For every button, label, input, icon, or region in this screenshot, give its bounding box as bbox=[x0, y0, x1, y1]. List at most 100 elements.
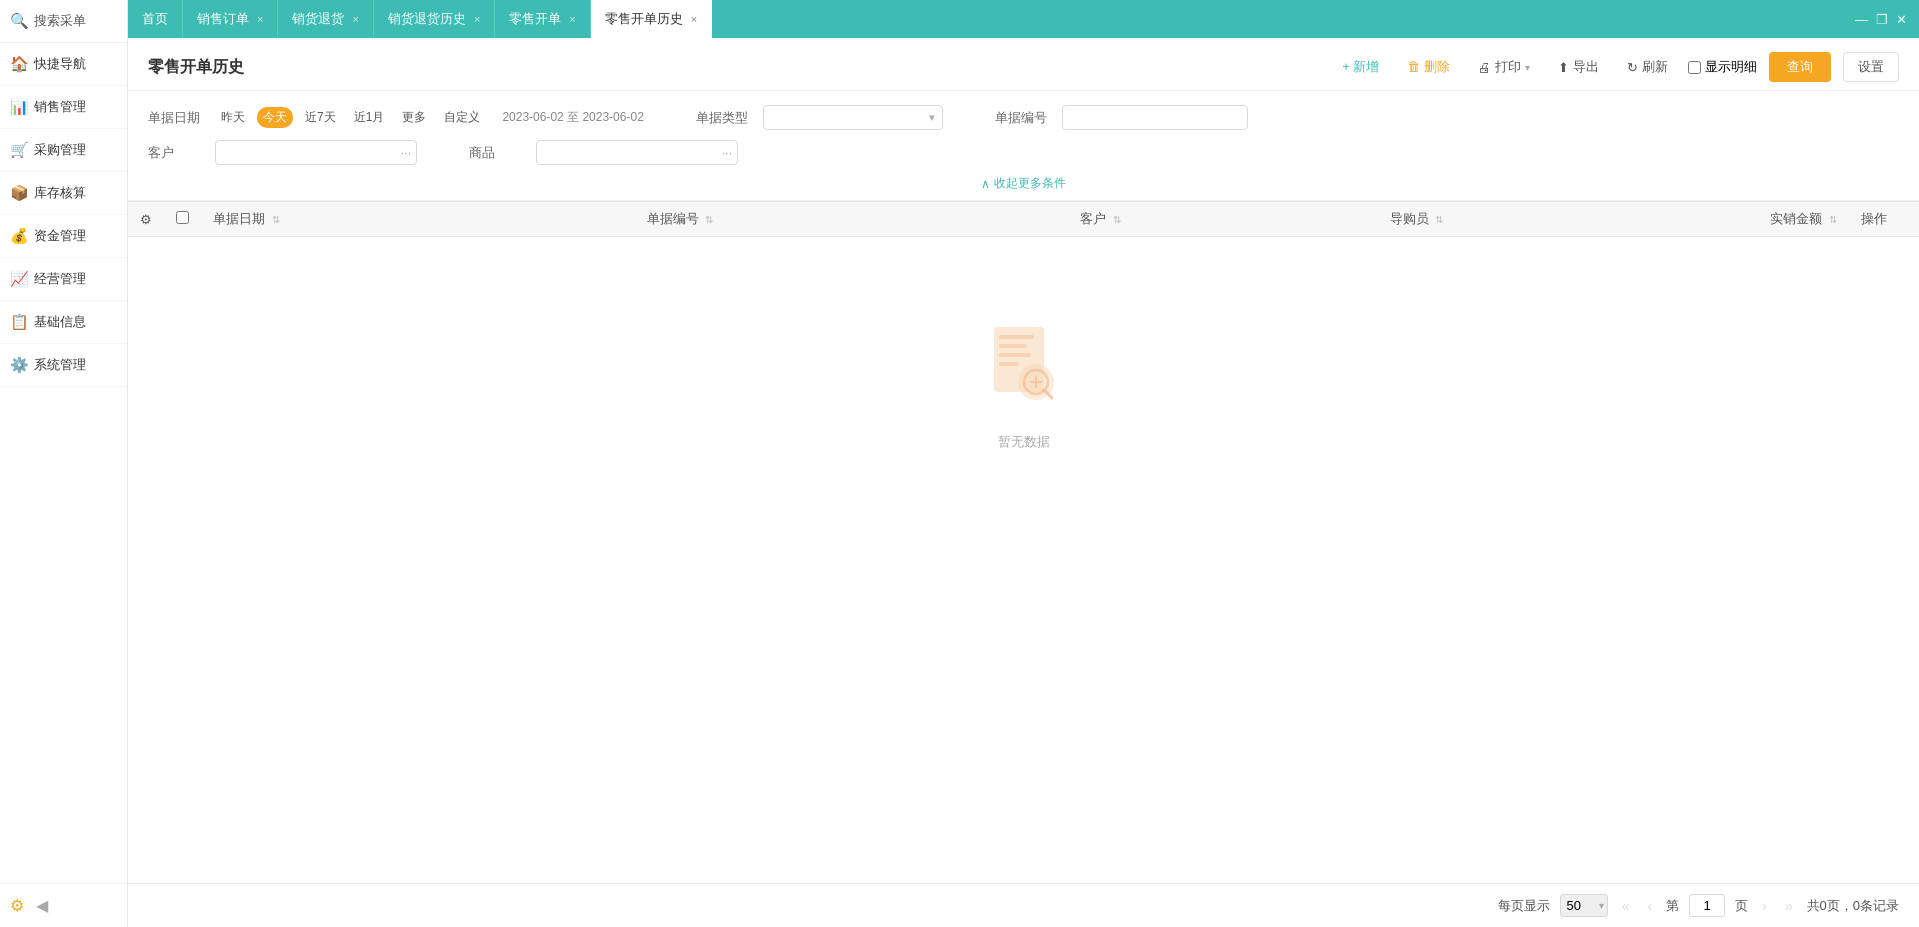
tab-retail-open[interactable]: 零售开单 × bbox=[495, 0, 590, 38]
tab-retail-open-close[interactable]: × bbox=[569, 13, 575, 25]
last-page-btn[interactable]: » bbox=[1781, 896, 1797, 916]
sales-mgmt-icon: 📊 bbox=[10, 98, 28, 116]
next-page-btn[interactable]: › bbox=[1758, 896, 1771, 916]
sidebar-search[interactable]: 🔍 搜索采单 bbox=[0, 0, 127, 43]
setting-button[interactable]: 设置 bbox=[1843, 52, 1899, 82]
tab-retail-open-history-close[interactable]: × bbox=[691, 13, 697, 25]
select-all-checkbox[interactable] bbox=[176, 211, 189, 224]
sidebar-item-purchase-mgmt[interactable]: 🛒 采购管理 bbox=[0, 129, 127, 172]
page-number-input[interactable] bbox=[1689, 894, 1725, 917]
basic-info-icon: 📋 bbox=[10, 313, 28, 331]
date-opt-today[interactable]: 今天 bbox=[257, 107, 293, 128]
guide-sort-icon: ⇅ bbox=[1435, 214, 1443, 225]
window-restore-btn[interactable]: ❐ bbox=[1876, 12, 1888, 27]
th-amount[interactable]: 实销金额 ⇅ bbox=[1749, 202, 1849, 237]
tab-sales-return-close[interactable]: × bbox=[352, 13, 358, 25]
tab-home-label: 首页 bbox=[142, 10, 168, 28]
th-customer[interactable]: 客户 ⇅ bbox=[1068, 202, 1377, 237]
prev-page-btn[interactable]: ‹ bbox=[1643, 896, 1656, 916]
customer-ellipsis-icon: ··· bbox=[401, 146, 411, 160]
collapse-up-icon: ∧ bbox=[981, 177, 990, 191]
topbar-right: — ❐ ✕ bbox=[1855, 12, 1919, 27]
settings-icon[interactable]: ⚙ bbox=[10, 896, 24, 915]
quick-nav-icon: 🏠 bbox=[10, 55, 28, 73]
date-opt-more[interactable]: 更多 bbox=[396, 107, 432, 128]
print-button[interactable]: 🖨 打印 ▾ bbox=[1470, 54, 1538, 80]
tab-sales-return-history[interactable]: 销货退货历史 × bbox=[374, 0, 495, 38]
sidebar-item-sales-mgmt[interactable]: 📊 销售管理 bbox=[0, 86, 127, 129]
sidebar-item-finance[interactable]: 💰 资金管理 bbox=[0, 215, 127, 258]
customer-input[interactable] bbox=[215, 140, 417, 165]
tab-home[interactable]: 首页 bbox=[128, 0, 183, 38]
first-page-btn[interactable]: « bbox=[1618, 896, 1634, 916]
tab-sales-return-history-close[interactable]: × bbox=[474, 13, 480, 25]
sidebar-item-basic-info[interactable]: 📋 基础信息 bbox=[0, 301, 127, 344]
refresh-button[interactable]: ↻ 刷新 bbox=[1619, 54, 1676, 80]
print-icon: 🖨 bbox=[1478, 60, 1491, 75]
tab-retail-open-history[interactable]: 零售开单历史 × bbox=[591, 0, 712, 38]
doc-type-select[interactable] bbox=[763, 105, 943, 130]
th-check bbox=[164, 202, 201, 237]
th-doc-date[interactable]: 单据日期 ⇅ bbox=[201, 202, 635, 237]
system-icon: ⚙️ bbox=[10, 356, 28, 374]
display-col-checkbox-wrap[interactable]: 显示明细 bbox=[1688, 58, 1757, 76]
date-opt-custom[interactable]: 自定义 bbox=[438, 107, 486, 128]
th-doc-no[interactable]: 单据编号 ⇅ bbox=[635, 202, 1069, 237]
sidebar-item-label: 库存核算 bbox=[34, 184, 86, 202]
main: 首页 销售订单 × 销货退货 × 销货退货历史 × 零售开单 × 零售开单历史 … bbox=[128, 0, 1919, 927]
display-col-label: 显示明细 bbox=[1705, 58, 1757, 76]
tab-sales-order[interactable]: 销售订单 × bbox=[183, 0, 278, 38]
export-button[interactable]: ⬆ 导出 bbox=[1550, 54, 1607, 80]
svg-rect-3 bbox=[999, 353, 1031, 357]
goods-input-wrap: ··· bbox=[536, 140, 738, 165]
refresh-icon: ↻ bbox=[1627, 60, 1638, 75]
collapse-filter-btn[interactable]: ∧ 收起更多条件 bbox=[148, 175, 1899, 192]
tab-sales-return[interactable]: 销货退货 × bbox=[278, 0, 373, 38]
sidebar-item-ops[interactable]: 📈 经营管理 bbox=[0, 258, 127, 301]
toolbar: + 新增 🗑 删除 🖨 打印 ▾ ⬆ 导出 ↻ 刷新 bbox=[1334, 52, 1899, 82]
goods-input[interactable] bbox=[536, 140, 738, 165]
delete-button[interactable]: 🗑 删除 bbox=[1399, 54, 1458, 80]
th-guide-label: 导购员 bbox=[1390, 211, 1429, 226]
sidebar-item-system[interactable]: ⚙️ 系统管理 bbox=[0, 344, 127, 387]
table-header-row: ⚙ 单据日期 ⇅ 单据编号 ⇅ bbox=[128, 202, 1919, 237]
sidebar-item-quick-nav[interactable]: 🏠 快捷导航 bbox=[0, 43, 127, 86]
page-size-select[interactable]: 10 20 50 100 bbox=[1560, 894, 1608, 917]
date-opt-yesterday[interactable]: 昨天 bbox=[215, 107, 251, 128]
doc-no-input[interactable] bbox=[1062, 105, 1248, 130]
customer-sort-icon: ⇅ bbox=[1113, 214, 1121, 225]
sidebar-item-inventory[interactable]: 📦 库存核算 bbox=[0, 172, 127, 215]
doc-no-sort-icon: ⇅ bbox=[705, 214, 713, 225]
page-header-inner: 零售开单历史 + 新增 🗑 删除 🖨 打印 ▾ ⬆ 导出 ↻ bbox=[148, 52, 1899, 82]
page-unit: 页 bbox=[1735, 897, 1748, 915]
column-settings-icon[interactable]: ⚙ bbox=[140, 212, 152, 227]
export-label: 导出 bbox=[1573, 58, 1599, 76]
collapse-sidebar-icon[interactable]: ◀ bbox=[36, 896, 48, 915]
filter-row-2: 客户 ··· 商品 ··· bbox=[148, 140, 1899, 165]
sidebar-search-label: 搜索采单 bbox=[34, 12, 86, 30]
topbar: 首页 销售订单 × 销货退货 × 销货退货历史 × 零售开单 × 零售开单历史 … bbox=[128, 0, 1919, 38]
th-settings[interactable]: ⚙ bbox=[128, 202, 164, 237]
tab-sales-order-close[interactable]: × bbox=[257, 13, 263, 25]
purchase-mgmt-icon: 🛒 bbox=[10, 141, 28, 159]
window-minimize-btn[interactable]: — bbox=[1855, 12, 1868, 27]
doc-type-select-wrap: ▾ bbox=[763, 105, 943, 130]
filter-date-options: 昨天 今天 近7天 近1月 更多 自定义 bbox=[215, 107, 486, 128]
export-icon: ⬆ bbox=[1558, 60, 1569, 75]
date-opt-7days[interactable]: 近7天 bbox=[299, 107, 342, 128]
date-label: 单据日期 bbox=[148, 109, 203, 127]
sidebar-item-label: 采购管理 bbox=[34, 141, 86, 159]
query-button[interactable]: 查询 bbox=[1769, 52, 1831, 82]
page-size-wrap: 10 20 50 100 ▾ bbox=[1560, 894, 1608, 917]
display-col-checkbox[interactable] bbox=[1688, 61, 1701, 74]
amount-sort-icon: ⇅ bbox=[1829, 214, 1837, 225]
print-arrow-icon: ▾ bbox=[1525, 62, 1530, 73]
date-opt-1month[interactable]: 近1月 bbox=[348, 107, 391, 128]
th-guide[interactable]: 导购员 ⇅ bbox=[1378, 202, 1749, 237]
svg-rect-1 bbox=[999, 335, 1034, 339]
add-button[interactable]: + 新增 bbox=[1334, 54, 1387, 80]
window-close-btn[interactable]: ✕ bbox=[1896, 12, 1907, 27]
th-customer-label: 客户 bbox=[1080, 211, 1106, 226]
doc-no-label: 单据编号 bbox=[995, 109, 1050, 127]
sidebar-item-label: 快捷导航 bbox=[34, 55, 86, 73]
